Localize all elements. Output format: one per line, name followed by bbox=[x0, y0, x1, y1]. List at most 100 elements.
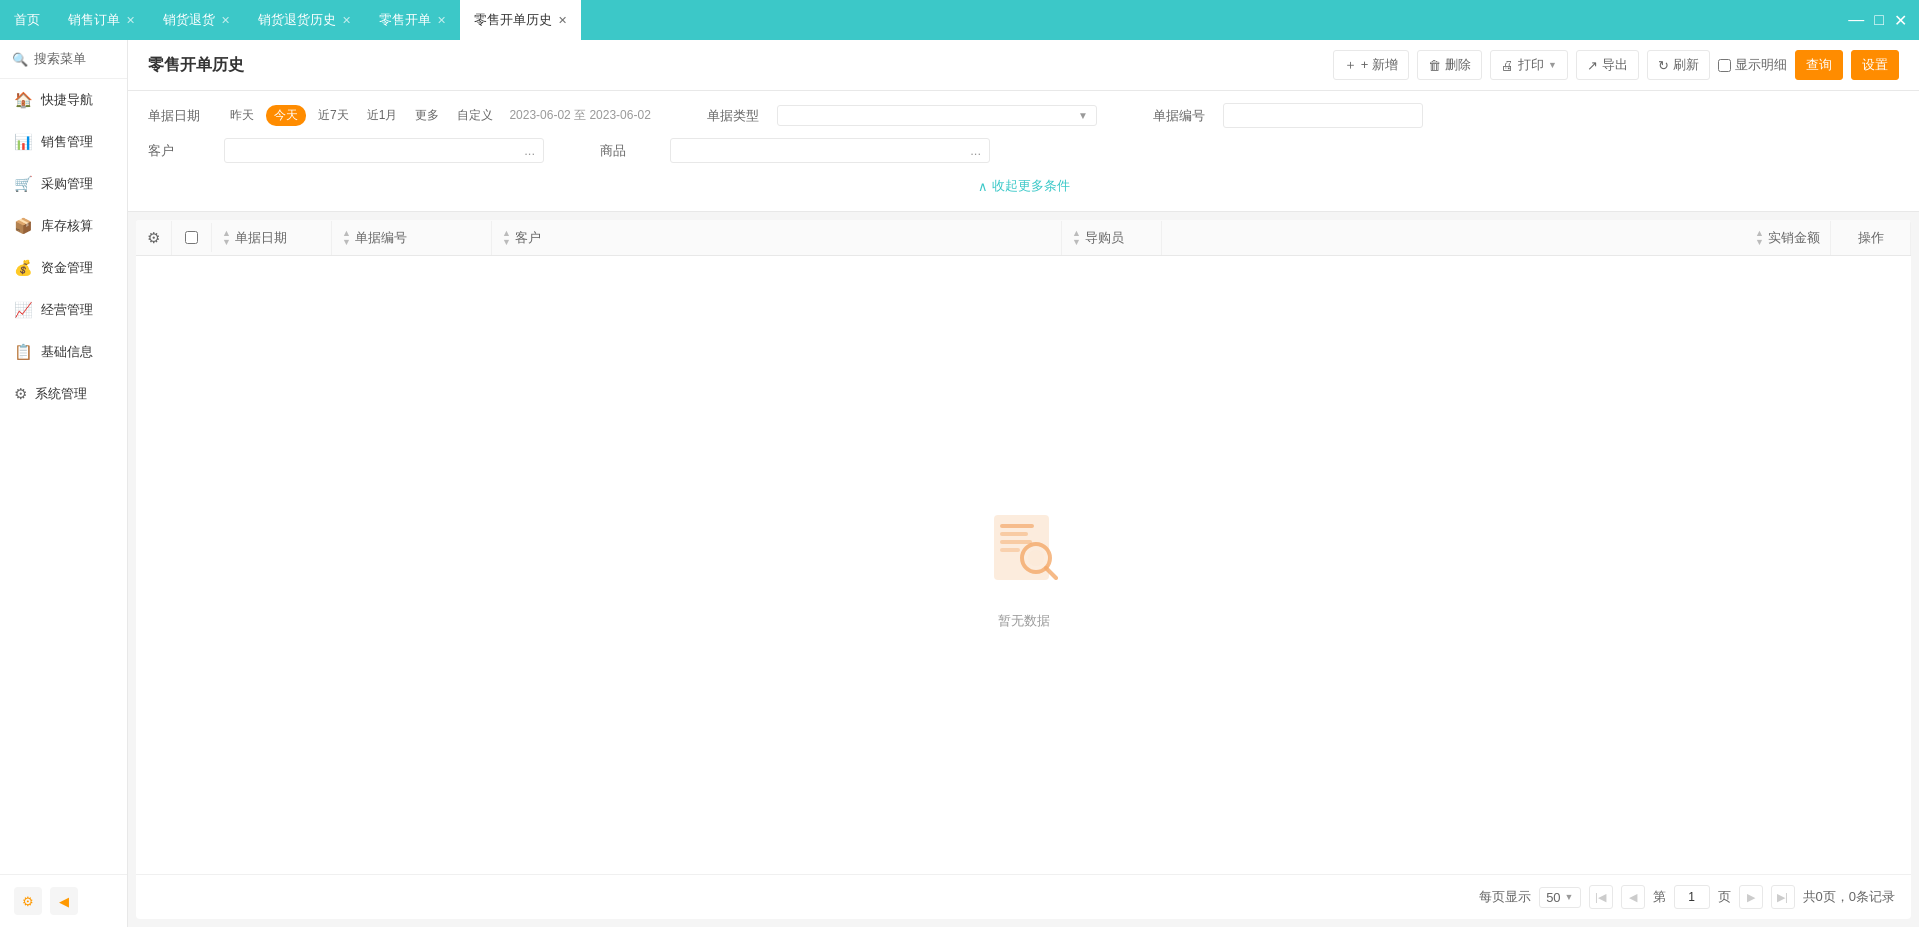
filter-row-1: 单据日期 昨天 今天 近7天 近1月 更多 自定义 2023-06-02 至 2… bbox=[148, 103, 1899, 128]
page-first-btn[interactable]: |◀ bbox=[1589, 885, 1613, 909]
close-tab-retail-order-history[interactable]: ✕ bbox=[558, 14, 567, 27]
table-header: ⚙ ▲▼ 单据日期 ▲▼ 单据编号 ▲▼ 客户 ▲▼ bbox=[136, 220, 1911, 256]
th-settings[interactable]: ⚙ bbox=[136, 221, 172, 255]
date-btn-today[interactable]: 今天 bbox=[266, 105, 306, 126]
tab-retail-order-history[interactable]: 零售开单历史 ✕ bbox=[460, 0, 581, 40]
pagination-total: 共0页，0条记录 bbox=[1803, 888, 1895, 906]
customer-label: 客户 bbox=[148, 142, 208, 160]
th-order-no[interactable]: ▲▼ 单据编号 bbox=[332, 221, 492, 255]
sidebar-item-quick-nav[interactable]: 🏠 快捷导航 bbox=[0, 79, 127, 121]
export-button[interactable]: ↗ 导出 bbox=[1576, 50, 1639, 80]
page-input[interactable] bbox=[1674, 885, 1710, 909]
maximize-btn[interactable]: □ bbox=[1874, 11, 1884, 29]
sidebar-settings-btn[interactable]: ⚙ bbox=[14, 887, 42, 915]
page-last-btn[interactable]: ▶| bbox=[1771, 885, 1795, 909]
page-size-arrow: ▼ bbox=[1565, 892, 1574, 902]
sidebar-collapse-btn[interactable]: ◀ bbox=[50, 887, 78, 915]
svg-rect-4 bbox=[1000, 548, 1020, 552]
date-btn-7days[interactable]: 近7天 bbox=[312, 105, 355, 126]
svg-rect-1 bbox=[1000, 524, 1034, 528]
tab-list: 首页 销售订单 ✕ 销货退货 ✕ 销货退货历史 ✕ 零售开单 ✕ 零售开单历史 … bbox=[0, 0, 1848, 40]
empty-illustration bbox=[974, 500, 1074, 600]
purchase-icon: 🛒 bbox=[14, 175, 33, 193]
th-guide[interactable]: ▲▼ 导购员 bbox=[1062, 221, 1162, 255]
print-icon: 🖨 bbox=[1501, 58, 1514, 73]
date-btn-custom[interactable]: 自定义 bbox=[451, 105, 499, 126]
page-next-btn[interactable]: ▶ bbox=[1739, 885, 1763, 909]
sort-amount-icon: ▲▼ bbox=[1755, 229, 1764, 247]
customer-dots-icon: ... bbox=[524, 143, 535, 158]
select-all-checkbox[interactable] bbox=[185, 231, 198, 244]
filter-area: 单据日期 昨天 今天 近7天 近1月 更多 自定义 2023-06-02 至 2… bbox=[128, 91, 1919, 212]
query-button[interactable]: 查询 bbox=[1795, 50, 1843, 80]
close-tab-sales-return[interactable]: ✕ bbox=[221, 14, 230, 27]
date-btn-1month[interactable]: 近1月 bbox=[361, 105, 404, 126]
date-label: 单据日期 bbox=[148, 107, 208, 125]
tab-home[interactable]: 首页 bbox=[0, 0, 54, 40]
settings-gear-icon: ⚙ bbox=[147, 229, 160, 247]
type-select-arrow: ▼ bbox=[1078, 110, 1088, 121]
collapse-button[interactable]: ∧ 收起更多条件 bbox=[978, 173, 1070, 199]
customer-input[interactable]: ... bbox=[224, 138, 544, 163]
page-prev-btn[interactable]: ◀ bbox=[1621, 885, 1645, 909]
sort-customer-icon: ▲▼ bbox=[502, 229, 511, 247]
filter-row-2: 客户 ... 商品 ... bbox=[148, 138, 1899, 163]
sidebar-bottom: ⚙ ◀ bbox=[0, 874, 127, 927]
page-unit: 页 bbox=[1718, 888, 1731, 906]
close-tab-sales-return-history[interactable]: ✕ bbox=[342, 14, 351, 27]
goods-dots-icon: ... bbox=[970, 143, 981, 158]
minimize-btn[interactable]: — bbox=[1848, 11, 1864, 29]
order-no-input[interactable] bbox=[1223, 103, 1423, 128]
system-icon: ⚙ bbox=[14, 385, 27, 403]
settings-button[interactable]: 设置 bbox=[1851, 50, 1899, 80]
sidebar-item-system[interactable]: ⚙ 系统管理 bbox=[0, 373, 127, 415]
delete-icon: 🗑 bbox=[1428, 58, 1441, 73]
collapse-up-icon: ∧ bbox=[978, 179, 988, 194]
delete-button[interactable]: 🗑 删除 bbox=[1417, 50, 1482, 80]
empty-text: 暂无数据 bbox=[998, 612, 1050, 630]
th-customer[interactable]: ▲▼ 客户 bbox=[492, 221, 1062, 255]
table-area: ⚙ ▲▼ 单据日期 ▲▼ 单据编号 ▲▼ 客户 ▲▼ bbox=[136, 220, 1911, 919]
sidebar-item-operations[interactable]: 📈 经营管理 bbox=[0, 289, 127, 331]
refresh-icon: ↻ bbox=[1658, 58, 1669, 73]
display-detail-input[interactable] bbox=[1718, 59, 1731, 72]
sidebar-search[interactable]: 🔍 搜索菜单 bbox=[0, 40, 127, 79]
date-range-display: 2023-06-02 至 2023-06-02 bbox=[509, 107, 650, 124]
refresh-button[interactable]: ↻ 刷新 bbox=[1647, 50, 1710, 80]
top-bar: 首页 销售订单 ✕ 销货退货 ✕ 销货退货历史 ✕ 零售开单 ✕ 零售开单历史 … bbox=[0, 0, 1919, 40]
sidebar-item-sales[interactable]: 📊 销售管理 bbox=[0, 121, 127, 163]
sidebar-item-finance[interactable]: 💰 资金管理 bbox=[0, 247, 127, 289]
print-button[interactable]: 🖨 打印 ▼ bbox=[1490, 50, 1568, 80]
svg-rect-3 bbox=[1000, 540, 1032, 544]
tab-sales-return[interactable]: 销货退货 ✕ bbox=[149, 0, 244, 40]
page-label: 第 bbox=[1653, 888, 1666, 906]
page-size-select[interactable]: 50 ▼ bbox=[1539, 887, 1580, 908]
tab-sales-order[interactable]: 销售订单 ✕ bbox=[54, 0, 149, 40]
goods-input[interactable]: ... bbox=[670, 138, 990, 163]
tab-sales-return-history[interactable]: 销货退货历史 ✕ bbox=[244, 0, 365, 40]
svg-point-7 bbox=[1028, 550, 1044, 566]
base-info-icon: 📋 bbox=[14, 343, 33, 361]
close-tab-sales-order[interactable]: ✕ bbox=[126, 14, 135, 27]
sidebar-item-purchase[interactable]: 🛒 采购管理 bbox=[0, 163, 127, 205]
operations-icon: 📈 bbox=[14, 301, 33, 319]
th-amount[interactable]: ▲▼ 实销金额 bbox=[1711, 221, 1831, 255]
window-controls: — □ ✕ bbox=[1848, 11, 1919, 30]
print-arrow-icon: ▼ bbox=[1548, 60, 1557, 70]
add-button[interactable]: ＋ + 新增 bbox=[1333, 50, 1409, 80]
date-btn-yesterday[interactable]: 昨天 bbox=[224, 105, 260, 126]
sort-date-icon: ▲▼ bbox=[222, 229, 231, 247]
window-close-btn[interactable]: ✕ bbox=[1894, 11, 1907, 30]
sidebar-item-base-info[interactable]: 📋 基础信息 bbox=[0, 331, 127, 373]
type-select[interactable]: ▼ bbox=[777, 105, 1097, 126]
sidebar-item-inventory[interactable]: 📦 库存核算 bbox=[0, 205, 127, 247]
content-area: 零售开单历史 ＋ + 新增 🗑 删除 🖨 打印 ▼ ↗ 导出 bbox=[128, 40, 1919, 927]
th-checkbox[interactable] bbox=[172, 223, 212, 252]
pagination: 每页显示 50 ▼ |◀ ◀ 第 页 ▶ ▶| 共0页，0条记录 bbox=[136, 874, 1911, 919]
close-tab-retail-order[interactable]: ✕ bbox=[437, 14, 446, 27]
tab-retail-order[interactable]: 零售开单 ✕ bbox=[365, 0, 460, 40]
date-btn-more[interactable]: 更多 bbox=[409, 105, 445, 126]
display-detail-checkbox[interactable]: 显示明细 bbox=[1718, 56, 1787, 74]
th-date[interactable]: ▲▼ 单据日期 bbox=[212, 221, 332, 255]
filter-collapse-section: ∧ 收起更多条件 bbox=[148, 173, 1899, 199]
